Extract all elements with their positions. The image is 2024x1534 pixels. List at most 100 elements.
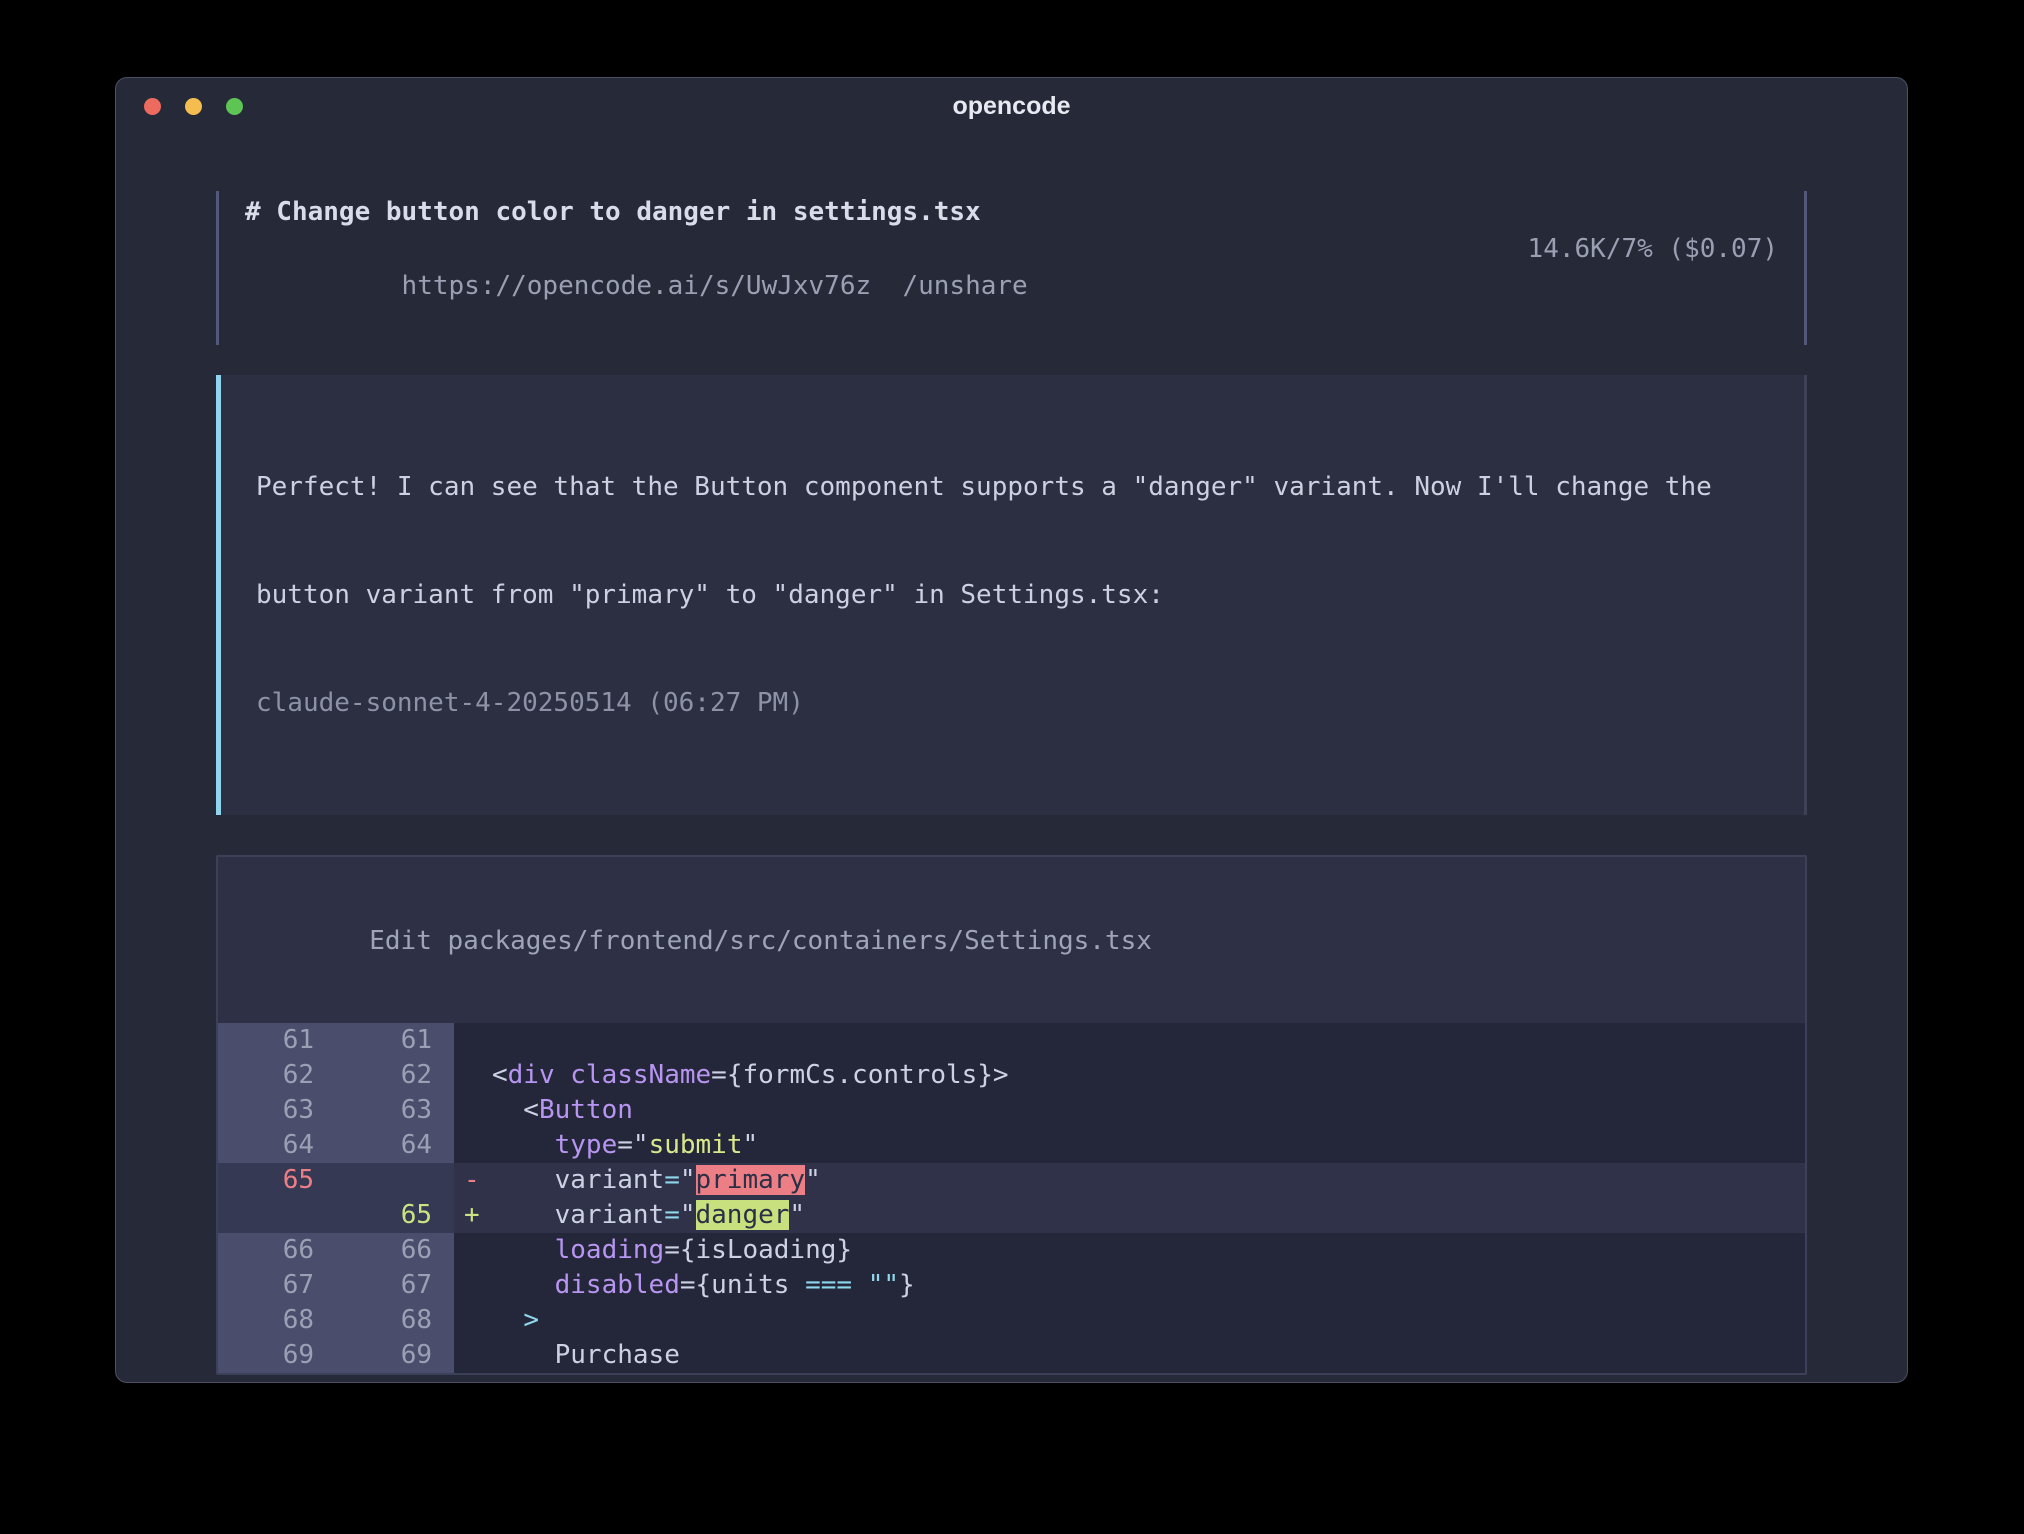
line-number-old: 63 <box>218 1093 336 1128</box>
session-share-row: https://opencode.ai/s/UwJxv76z/unshare <box>245 231 1028 342</box>
diff-view: 61616262<div className={formCs.controls}… <box>218 1023 1805 1373</box>
code-token <box>492 1270 555 1300</box>
diff-row: 6767 disabled={units === ""} <box>218 1268 1805 1303</box>
diff-sign <box>454 1023 492 1058</box>
session-meta-row: https://opencode.ai/s/UwJxv76z/unshare 1… <box>245 231 1778 342</box>
diff-sign <box>454 1058 492 1093</box>
code-token: = <box>664 1200 680 1230</box>
code-token: submit <box>649 1130 743 1160</box>
line-number-new: 65 <box>336 1198 454 1233</box>
code-token: Purchase <box>555 1340 680 1370</box>
message-text-line: Perfect! I can see that the Button compo… <box>256 469 1784 505</box>
edit-file-path: packages/frontend/src/containers/Setting… <box>448 926 1152 956</box>
line-number-old: 66 <box>218 1233 336 1268</box>
code-token: type <box>555 1130 618 1160</box>
code-token: = <box>664 1165 680 1195</box>
diff-row: 6161 <box>218 1023 1805 1058</box>
code-token: "" <box>868 1270 899 1300</box>
diff-sign <box>454 1303 492 1338</box>
line-number-new: 64 <box>336 1128 454 1163</box>
line-number-new: 67 <box>336 1268 454 1303</box>
assistant-message: Perfect! I can see that the Button compo… <box>216 375 1807 815</box>
line-number-new: 61 <box>336 1023 454 1058</box>
app-window: opencode # Change button color to danger… <box>115 77 1908 1383</box>
line-number-new <box>336 1163 454 1198</box>
code-line <box>492 1023 1805 1058</box>
diff-sign <box>454 1338 492 1373</box>
diff-row: 65+ variant="danger" <box>218 1198 1805 1233</box>
line-number-old: 62 <box>218 1058 336 1093</box>
main-content: # Change button color to danger in setti… <box>116 135 1907 1382</box>
session-title: # Change button color to danger in setti… <box>245 194 1778 231</box>
code-token: primary <box>696 1165 806 1195</box>
code-line: type="submit" <box>492 1128 1805 1163</box>
diff-row: 6868 > <box>218 1303 1805 1338</box>
code-token: loading <box>555 1235 665 1265</box>
line-number-old: 61 <box>218 1023 336 1058</box>
line-number-old <box>218 1198 336 1233</box>
code-token: < <box>492 1095 539 1125</box>
code-token: variant <box>492 1165 664 1195</box>
traffic-lights <box>144 78 243 135</box>
code-line: variant="danger" <box>492 1198 1805 1233</box>
code-token: div <box>508 1060 555 1090</box>
diff-sign: + <box>454 1198 492 1233</box>
code-token: } <box>899 1270 915 1300</box>
code-token <box>492 1130 555 1160</box>
code-token: ={formCs.controls}> <box>711 1060 1008 1090</box>
code-token: =" <box>617 1130 648 1160</box>
code-token: " <box>805 1165 821 1195</box>
code-token: ={isLoading} <box>664 1235 852 1265</box>
line-number-new: 66 <box>336 1233 454 1268</box>
code-line: disabled={units === ""} <box>492 1268 1805 1303</box>
code-line: > <box>492 1303 1805 1338</box>
line-number-old: 65 <box>218 1163 336 1198</box>
diff-row: 6464 type="submit" <box>218 1128 1805 1163</box>
code-line: loading={isLoading} <box>492 1233 1805 1268</box>
code-line: variant="primary" <box>492 1163 1805 1198</box>
session-header: # Change button color to danger in setti… <box>216 191 1807 345</box>
code-token: " <box>742 1130 758 1160</box>
code-token: danger <box>696 1200 790 1230</box>
diff-row: 6262 <div className={formCs.controls}> <box>218 1058 1805 1093</box>
diff-row: 6363 <Button <box>218 1093 1805 1128</box>
diff-sign <box>454 1233 492 1268</box>
code-line: <div className={formCs.controls}> <box>492 1058 1805 1093</box>
code-token: " <box>680 1165 696 1195</box>
code-line: Purchase <box>492 1338 1805 1373</box>
diff-row: 65- variant="primary" <box>218 1163 1805 1198</box>
line-number-old: 64 <box>218 1128 336 1163</box>
code-token: ={units <box>680 1270 805 1300</box>
diff-sign <box>454 1128 492 1163</box>
line-number-old: 67 <box>218 1268 336 1303</box>
line-number-old: 68 <box>218 1303 336 1338</box>
diff-sign <box>454 1093 492 1128</box>
context-usage-stats: 14.6K/7% ($0.07) <box>1528 231 1778 342</box>
line-number-new: 69 <box>336 1338 454 1373</box>
code-token: className <box>570 1060 711 1090</box>
diff-row: 6969 Purchase <box>218 1338 1805 1373</box>
code-token <box>852 1270 868 1300</box>
title-bar: opencode <box>116 78 1907 135</box>
unshare-command[interactable]: /unshare <box>902 271 1027 301</box>
window-title: opencode <box>952 92 1070 121</box>
code-token: " <box>789 1200 805 1230</box>
code-token: > <box>523 1305 539 1335</box>
code-token: variant <box>492 1200 664 1230</box>
edit-tool-header: Edit packages/frontend/src/containers/Se… <box>218 857 1805 1023</box>
zoom-window-button[interactable] <box>226 98 243 115</box>
code-token: Button <box>539 1095 633 1125</box>
model-timestamp: claude-sonnet-4-20250514 (06:27 PM) <box>256 685 1784 721</box>
diff-sign: - <box>454 1163 492 1198</box>
minimize-window-button[interactable] <box>185 98 202 115</box>
share-url[interactable]: https://opencode.ai/s/UwJxv76z <box>402 271 872 301</box>
code-token: < <box>492 1060 508 1090</box>
line-number-new: 62 <box>336 1058 454 1093</box>
line-number-new: 63 <box>336 1093 454 1128</box>
line-number-new: 68 <box>336 1303 454 1338</box>
edit-action-label: Edit <box>369 926 447 956</box>
code-token <box>492 1235 555 1265</box>
code-token: disabled <box>555 1270 680 1300</box>
code-token <box>492 1305 523 1335</box>
close-window-button[interactable] <box>144 98 161 115</box>
